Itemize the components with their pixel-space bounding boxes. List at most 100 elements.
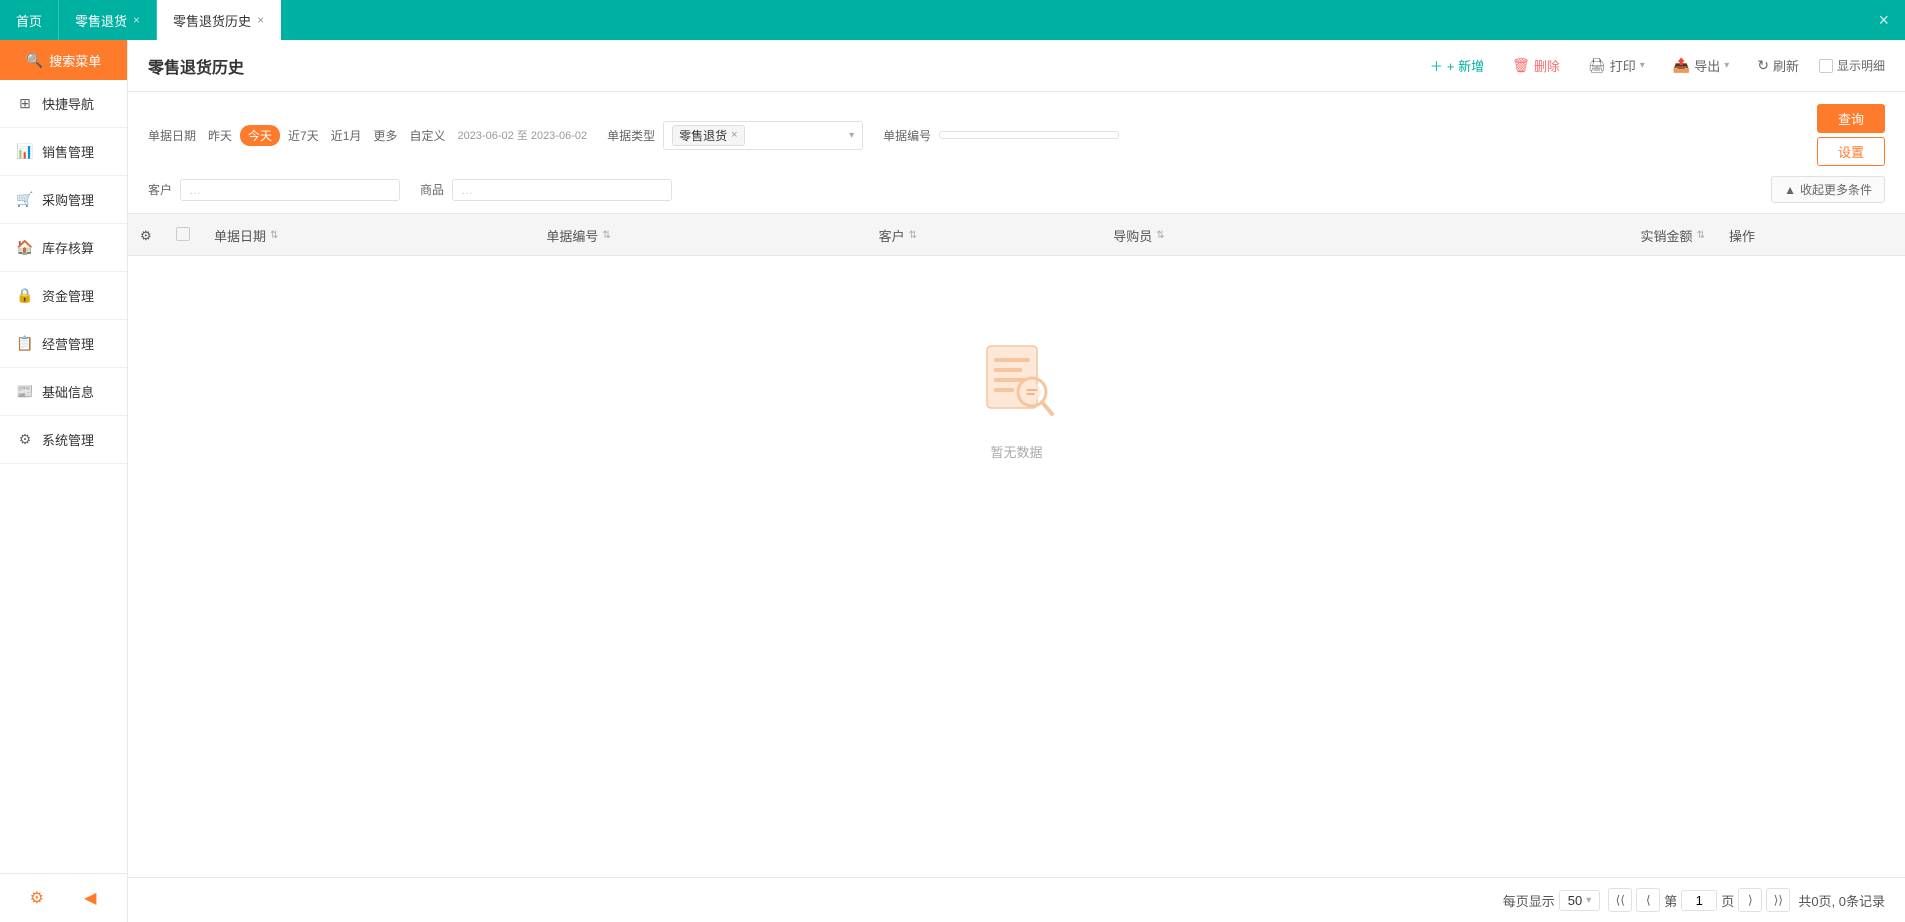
th-doc-no-sort[interactable]: 单据编号 ⇅	[546, 226, 854, 245]
sidebar-item-finance[interactable]: 🔒 资金管理	[0, 272, 127, 320]
delete-icon: 🗑	[1512, 57, 1530, 74]
empty-state-icon	[972, 336, 1062, 426]
print-icon: 🖨	[1588, 57, 1606, 74]
sidebar-item-inventory-label: 库存核算	[42, 238, 94, 257]
page-word: 页	[1721, 891, 1734, 910]
collapse-sidebar-icon[interactable]: ◀	[76, 884, 104, 912]
select-all-checkbox[interactable]	[176, 227, 190, 241]
refresh-button[interactable]: ↻ 刷新	[1749, 52, 1807, 79]
sidebar-item-quick-nav[interactable]: ⊞ 快捷导航	[0, 80, 127, 128]
date-btn-yesterday[interactable]: 昨天	[204, 125, 236, 146]
page-size-value: 50	[1568, 893, 1582, 908]
sidebar-item-quick-nav-label: 快捷导航	[42, 94, 94, 113]
filter-action-buttons: 查询 设置	[1817, 104, 1885, 166]
prev-page-button[interactable]: ⟨	[1636, 888, 1660, 912]
th-date-sort[interactable]: 单据日期 ⇅	[214, 226, 522, 245]
total-text: 共0页, 0条记录	[1798, 891, 1885, 910]
first-page-button[interactable]: ⟨⟨	[1608, 888, 1632, 912]
page-size-arrow-icon: ▾	[1586, 895, 1591, 906]
goods-input[interactable]: …	[452, 179, 672, 201]
sort-amount-icon: ⇅	[1697, 230, 1705, 241]
th-actions-label: 操作	[1729, 229, 1755, 244]
date-filter-buttons: 昨天 今天 近7天 近1月 更多 自定义	[204, 125, 449, 146]
sidebar-item-system-mgmt[interactable]: ⚙ 系统管理	[0, 416, 127, 464]
th-customer-sort[interactable]: 客户 ⇅	[879, 226, 1090, 245]
date-btn-more[interactable]: 更多	[369, 125, 401, 146]
tab-retail-return-label: 零售退货	[75, 11, 127, 30]
th-guide: 导购员 ⇅	[1101, 216, 1384, 256]
sidebar-item-operations-label: 经营管理	[42, 334, 94, 353]
last-page-button[interactable]: ⟩⟩	[1766, 888, 1790, 912]
date-btn-week[interactable]: 近7天	[284, 125, 323, 146]
query-button[interactable]: 查询	[1817, 104, 1885, 133]
page-number-input[interactable]	[1681, 890, 1717, 911]
doc-type-tag-close[interactable]: ×	[731, 129, 737, 141]
date-btn-today[interactable]: 今天	[240, 125, 280, 146]
date-btn-month[interactable]: 近1月	[327, 125, 366, 146]
tab-home[interactable]: 首页	[0, 0, 59, 40]
top-bar-right: ×	[1878, 0, 1905, 40]
sidebar-item-operations[interactable]: 📋 经营管理	[0, 320, 127, 368]
th-amount-sort[interactable]: 实销金额 ⇅	[1397, 226, 1705, 245]
page-size-dropdown[interactable]: 50 ▾	[1559, 890, 1601, 911]
th-settings[interactable]: ⚙	[128, 216, 164, 256]
goods-placeholder: …	[461, 183, 473, 197]
sidebar-item-sales-label: 销售管理	[42, 142, 94, 161]
collapse-filter-button[interactable]: ▲ 收起更多条件	[1771, 176, 1885, 203]
sidebar-item-purchase-mgmt[interactable]: 🛒 采购管理	[0, 176, 127, 224]
sidebar-item-inventory[interactable]: 🏠 库存核算	[0, 224, 127, 272]
show-detail-check-box[interactable]	[1819, 59, 1833, 73]
th-amount: 实销金额 ⇅	[1385, 216, 1717, 256]
operations-icon: 📋	[16, 335, 34, 353]
page-header: 零售退货历史 ＋ + 新增 🗑 删除 🖨 打印 ▾ 📤 导出	[128, 40, 1905, 92]
filter-settings-button[interactable]: 设置	[1817, 137, 1885, 166]
new-label: + 新增	[1447, 56, 1484, 75]
header-actions: ＋ + 新增 🗑 删除 🖨 打印 ▾ 📤 导出 ▾	[1422, 52, 1885, 79]
customer-placeholder: …	[189, 183, 201, 197]
doc-no-filter-group: 单据编号	[883, 127, 1119, 144]
customer-input[interactable]: …	[180, 179, 400, 201]
table-header-row: ⚙ 单据日期 ⇅ 单据编号	[128, 216, 1905, 256]
settings-bottom-icon[interactable]: ⚙	[23, 884, 51, 912]
sidebar-item-basic-info[interactable]: 📰 基础信息	[0, 368, 127, 416]
filter-area: 单据日期 昨天 今天 近7天 近1月 更多 自定义 2023-06-02 至 2…	[128, 92, 1905, 214]
export-button[interactable]: 📤 导出 ▾	[1665, 52, 1737, 79]
tab-retail-return-close[interactable]: ×	[133, 13, 140, 27]
date-filter-group: 单据日期 昨天 今天 近7天 近1月 更多 自定义 2023-06-02 至 2…	[148, 125, 587, 146]
delete-button[interactable]: 🗑 删除	[1504, 52, 1568, 79]
doc-type-tag: 零售退货 ×	[672, 125, 744, 146]
empty-text: 暂无数据	[990, 442, 1042, 461]
tab-bar: 首页 零售退货 × 零售退货历史 ×	[0, 0, 1878, 40]
date-btn-custom[interactable]: 自定义	[405, 125, 449, 146]
doc-no-input[interactable]	[939, 131, 1119, 139]
th-guide-sort[interactable]: 导购员 ⇅	[1113, 226, 1372, 245]
tab-home-label: 首页	[16, 11, 42, 30]
filter-row-1: 单据日期 昨天 今天 近7天 近1月 更多 自定义 2023-06-02 至 2…	[148, 104, 1885, 166]
window-close-button[interactable]: ×	[1878, 10, 1889, 31]
th-customer: 客户 ⇅	[867, 216, 1102, 256]
th-checkbox[interactable]	[164, 216, 202, 256]
tab-retail-return-history[interactable]: 零售退货历史 ×	[157, 0, 281, 40]
delete-label: 删除	[1534, 56, 1560, 75]
doc-no-label: 单据编号	[883, 127, 931, 144]
purchase-icon: 🛒	[16, 191, 34, 209]
page-word-di: 第	[1664, 891, 1677, 910]
show-detail-checkbox[interactable]: 显示明细	[1819, 57, 1885, 74]
tab-retail-return[interactable]: 零售退货 ×	[59, 0, 157, 40]
sidebar-item-sales-mgmt[interactable]: 📊 销售管理	[0, 128, 127, 176]
search-icon: 🔍	[26, 52, 43, 69]
sort-customer-icon: ⇅	[909, 230, 917, 241]
finance-icon: 🔒	[16, 287, 34, 305]
print-button[interactable]: 🖨 打印 ▾	[1580, 52, 1653, 79]
th-customer-label: 客户	[879, 226, 905, 245]
customer-label: 客户	[148, 181, 172, 198]
date-range-display: 2023-06-02 至 2023-06-02	[457, 127, 587, 143]
sidebar-item-basic-info-label: 基础信息	[42, 382, 94, 401]
sidebar-search-button[interactable]: 🔍 搜索菜单	[0, 40, 127, 80]
th-guide-label: 导购员	[1113, 226, 1152, 245]
next-page-button[interactable]: ⟩	[1738, 888, 1762, 912]
tab-retail-return-history-close[interactable]: ×	[257, 13, 264, 27]
doc-type-select[interactable]: 零售退货 × ▾	[663, 121, 863, 150]
new-button[interactable]: ＋ + 新增	[1422, 52, 1492, 79]
empty-state-cell: 暂无数据	[128, 256, 1905, 542]
